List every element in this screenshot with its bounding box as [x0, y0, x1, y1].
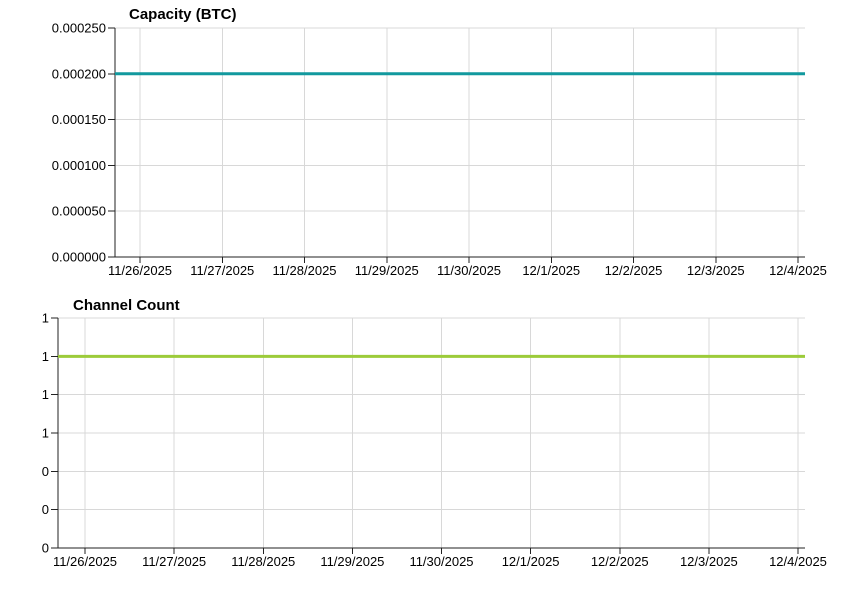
svg-text:0.000150: 0.000150 — [52, 112, 106, 127]
svg-text:12/2/2025: 12/2/2025 — [605, 263, 663, 278]
svg-text:12/3/2025: 12/3/2025 — [687, 263, 745, 278]
svg-text:11/27/2025: 11/27/2025 — [190, 263, 254, 278]
svg-text:0: 0 — [42, 464, 49, 479]
capacity-chart-plot: 0.000250 0.000200 0.000150 0.000100 0.000050… — [52, 21, 827, 279]
gridlines — [58, 317, 805, 549]
svg-text:0.000200: 0.000200 — [52, 66, 106, 81]
svg-text:11/28/2025: 11/28/2025 — [272, 263, 336, 278]
x-axis-labels: 11/26/2025 11/27/2025 11/28/2025 11/29/2025… — [108, 263, 827, 278]
axes — [114, 28, 805, 258]
charts-page: Capacity (BTC) 0.000250 0.000200 0.000150 0… — [0, 0, 860, 600]
svg-text:0.000100: 0.000100 — [52, 158, 106, 173]
svg-text:0: 0 — [42, 541, 49, 556]
svg-text:12/3/2025: 12/3/2025 — [680, 554, 738, 569]
y-axis-labels: 0.000250 0.000200 0.000150 0.000100 0.000050… — [52, 21, 106, 265]
svg-text:12/4/2025: 12/4/2025 — [769, 263, 827, 278]
tick-marks — [108, 27, 799, 263]
svg-text:11/28/2025: 11/28/2025 — [231, 554, 295, 569]
channel-count-chart-plot: 111100011/26/2025 11/27/2025 11/28/2025 11/… — [42, 311, 827, 570]
tick-marks — [51, 317, 799, 554]
svg-text:11/29/2025: 11/29/2025 — [355, 263, 419, 278]
gridlines — [115, 27, 805, 258]
svg-text:12/4/2025: 12/4/2025 — [769, 554, 827, 569]
channel-count-chart: Channel Count 1 1 1 1 0 0 0 11/26/2025 11/27/202… — [0, 295, 860, 600]
svg-text:1: 1 — [42, 426, 49, 441]
svg-text:1: 1 — [42, 349, 49, 364]
x-axis-labels: 11/26/2025 11/27/2025 11/28/2025 11/29/2025… — [53, 554, 827, 569]
svg-text:0.000250: 0.000250 — [52, 21, 106, 36]
svg-text:11/29/2025: 11/29/2025 — [320, 554, 384, 569]
svg-text:11/27/2025: 11/27/2025 — [142, 554, 206, 569]
svg-text:12/1/2025: 12/1/2025 — [502, 554, 560, 569]
svg-text:12/1/2025: 12/1/2025 — [522, 263, 580, 278]
svg-text:11/30/2025: 11/30/2025 — [437, 263, 501, 278]
svg-text:11/26/2025: 11/26/2025 — [108, 263, 172, 278]
y-axis-labels: 1 1 1 1 0 0 0 — [42, 311, 49, 556]
svg-text:11/26/2025: 11/26/2025 — [53, 554, 117, 569]
svg-text:0: 0 — [42, 502, 49, 517]
svg-text:1: 1 — [42, 311, 49, 326]
svg-text:12/2/2025: 12/2/2025 — [591, 554, 649, 569]
svg-text:11/30/2025: 11/30/2025 — [409, 554, 473, 569]
svg-text:0.000050: 0.000050 — [52, 204, 106, 219]
svg-text:0.000000: 0.000000 — [52, 250, 106, 265]
capacity-chart: Capacity (BTC) 0.000250 0.000200 0.000150 0… — [0, 0, 860, 295]
svg-text:1: 1 — [42, 387, 49, 402]
